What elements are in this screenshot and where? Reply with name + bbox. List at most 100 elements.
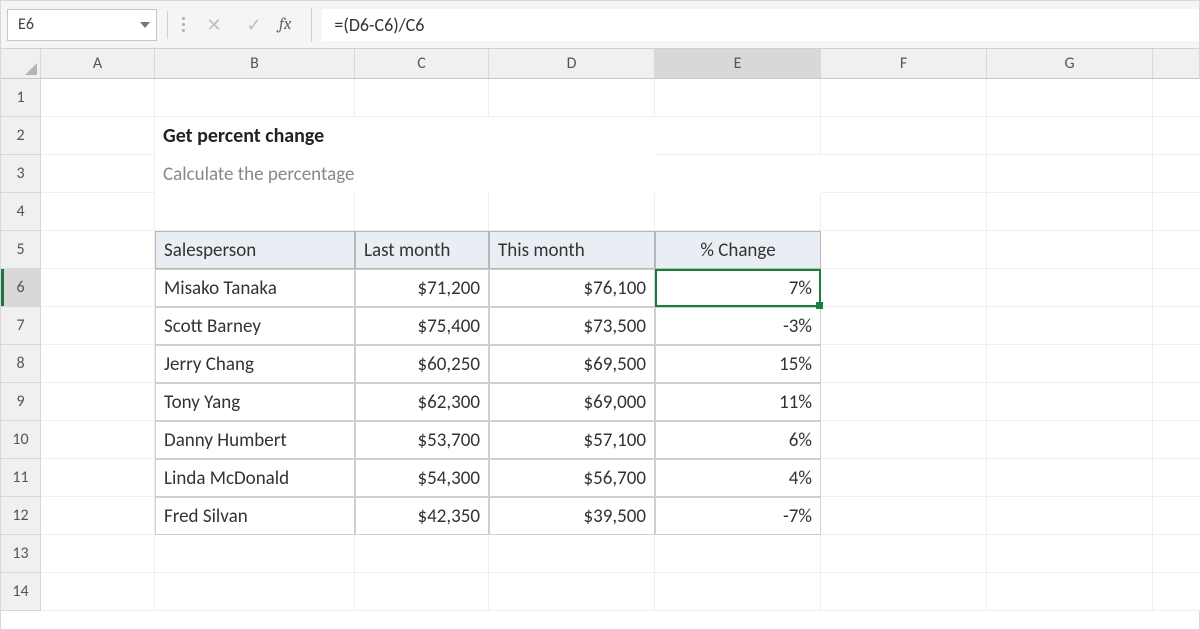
cell-e9-pct[interactable]: 11% <box>655 383 821 421</box>
cell-e2[interactable] <box>655 117 821 155</box>
cell-c7-last[interactable]: $75,400 <box>355 307 489 345</box>
cell-a3[interactable] <box>41 155 155 193</box>
cell-d2[interactable] <box>489 117 655 155</box>
cell-g2[interactable] <box>987 117 1153 155</box>
cell-f1[interactable] <box>821 79 987 117</box>
cell-g11[interactable] <box>987 459 1153 497</box>
cell-g9[interactable] <box>987 383 1153 421</box>
cell-g7[interactable] <box>987 307 1153 345</box>
cell-h5[interactable] <box>1153 231 1200 269</box>
cell-b3-subtitle[interactable]: Calculate the percentage change between … <box>155 155 355 193</box>
cell-b1[interactable] <box>155 79 355 117</box>
cell-a5[interactable] <box>41 231 155 269</box>
cell-d13[interactable] <box>489 535 655 573</box>
cell-f10[interactable] <box>821 421 987 459</box>
cell-c4[interactable] <box>355 193 489 231</box>
row-header-13[interactable]: 13 <box>1 535 41 573</box>
cell-b13[interactable] <box>155 535 355 573</box>
cell-d10-this[interactable]: $57,100 <box>489 421 655 459</box>
cell-f3[interactable] <box>821 155 987 193</box>
col-header-g[interactable]: G <box>987 49 1153 78</box>
row-header-1[interactable]: 1 <box>1 79 41 117</box>
row-header-12[interactable]: 12 <box>1 497 41 535</box>
cell-a13[interactable] <box>41 535 155 573</box>
cell-h8[interactable] <box>1153 345 1200 383</box>
cell-f11[interactable] <box>821 459 987 497</box>
cell-e6-pct-active[interactable]: 7% <box>655 269 821 307</box>
cell-g10[interactable] <box>987 421 1153 459</box>
cell-f12[interactable] <box>821 497 987 535</box>
fx-icon[interactable]: fx <box>279 15 297 34</box>
formula-input[interactable]: =(D6-C6)/C6 <box>322 9 1199 41</box>
cell-c13[interactable] <box>355 535 489 573</box>
cell-b2-title[interactable]: Get percent change <box>155 117 355 155</box>
col-header-e[interactable]: E <box>655 49 821 78</box>
cell-f8[interactable] <box>821 345 987 383</box>
cell-b8-name[interactable]: Jerry Chang <box>155 345 355 383</box>
cell-a4[interactable] <box>41 193 155 231</box>
cell-e13[interactable] <box>655 535 821 573</box>
cell-d9-this[interactable]: $69,000 <box>489 383 655 421</box>
cell-a1[interactable] <box>41 79 155 117</box>
cell-g3[interactable] <box>987 155 1153 193</box>
cell-a12[interactable] <box>41 497 155 535</box>
cell-f9[interactable] <box>821 383 987 421</box>
cell-d11-this[interactable]: $56,700 <box>489 459 655 497</box>
row-header-9[interactable]: 9 <box>1 383 41 421</box>
row-header-14[interactable]: 14 <box>1 573 41 611</box>
accept-button[interactable]: ✓ <box>239 10 269 40</box>
cell-g8[interactable] <box>987 345 1153 383</box>
col-header-c[interactable]: C <box>355 49 489 78</box>
row-header-8[interactable]: 8 <box>1 345 41 383</box>
table-header-last-month[interactable]: Last month <box>355 231 489 269</box>
cell-e8-pct[interactable]: 15% <box>655 345 821 383</box>
row-header-2[interactable]: 2 <box>1 117 41 155</box>
table-header-this-month[interactable]: This month <box>489 231 655 269</box>
cell-c1[interactable] <box>355 79 489 117</box>
cell-d3[interactable] <box>489 155 655 193</box>
cell-c9-last[interactable]: $62,300 <box>355 383 489 421</box>
cell-g13[interactable] <box>987 535 1153 573</box>
row-header-7[interactable]: 7 <box>1 307 41 345</box>
cell-b12-name[interactable]: Fred Silvan <box>155 497 355 535</box>
cell-b10-name[interactable]: Danny Humbert <box>155 421 355 459</box>
cell-f4[interactable] <box>821 193 987 231</box>
cell-d4[interactable] <box>489 193 655 231</box>
cell-h6[interactable] <box>1153 269 1200 307</box>
cell-b7-name[interactable]: Scott Barney <box>155 307 355 345</box>
table-header-pct-change[interactable]: % Change <box>655 231 821 269</box>
cell-a10[interactable] <box>41 421 155 459</box>
cell-e10-pct[interactable]: 6% <box>655 421 821 459</box>
table-header-salesperson[interactable]: Salesperson <box>155 231 355 269</box>
col-header-h[interactable]: H <box>1153 49 1200 78</box>
cancel-button[interactable]: ✕ <box>199 10 229 40</box>
cell-b9-name[interactable]: Tony Yang <box>155 383 355 421</box>
row-header-5[interactable]: 5 <box>1 231 41 269</box>
cell-b6-name[interactable]: Misako Tanaka <box>155 269 355 307</box>
cell-h14[interactable] <box>1153 573 1200 611</box>
row-header-11[interactable]: 11 <box>1 459 41 497</box>
cell-c11-last[interactable]: $54,300 <box>355 459 489 497</box>
cell-a7[interactable] <box>41 307 155 345</box>
cell-h4[interactable] <box>1153 193 1200 231</box>
cell-c14[interactable] <box>355 573 489 611</box>
cell-b14[interactable] <box>155 573 355 611</box>
cell-g1[interactable] <box>987 79 1153 117</box>
cell-f7[interactable] <box>821 307 987 345</box>
cell-g5[interactable] <box>987 231 1153 269</box>
cell-d8-this[interactable]: $69,500 <box>489 345 655 383</box>
col-header-a[interactable]: A <box>41 49 155 78</box>
cell-d1[interactable] <box>489 79 655 117</box>
col-header-f[interactable]: F <box>821 49 987 78</box>
cell-h12[interactable] <box>1153 497 1200 535</box>
cell-a14[interactable] <box>41 573 155 611</box>
cell-e4[interactable] <box>655 193 821 231</box>
cell-f13[interactable] <box>821 535 987 573</box>
cell-h10[interactable] <box>1153 421 1200 459</box>
cell-c6-last[interactable]: $71,200 <box>355 269 489 307</box>
cell-g4[interactable] <box>987 193 1153 231</box>
cell-e12-pct[interactable]: -7% <box>655 497 821 535</box>
cell-b4[interactable] <box>155 193 355 231</box>
cell-a6[interactable] <box>41 269 155 307</box>
cell-h7[interactable] <box>1153 307 1200 345</box>
